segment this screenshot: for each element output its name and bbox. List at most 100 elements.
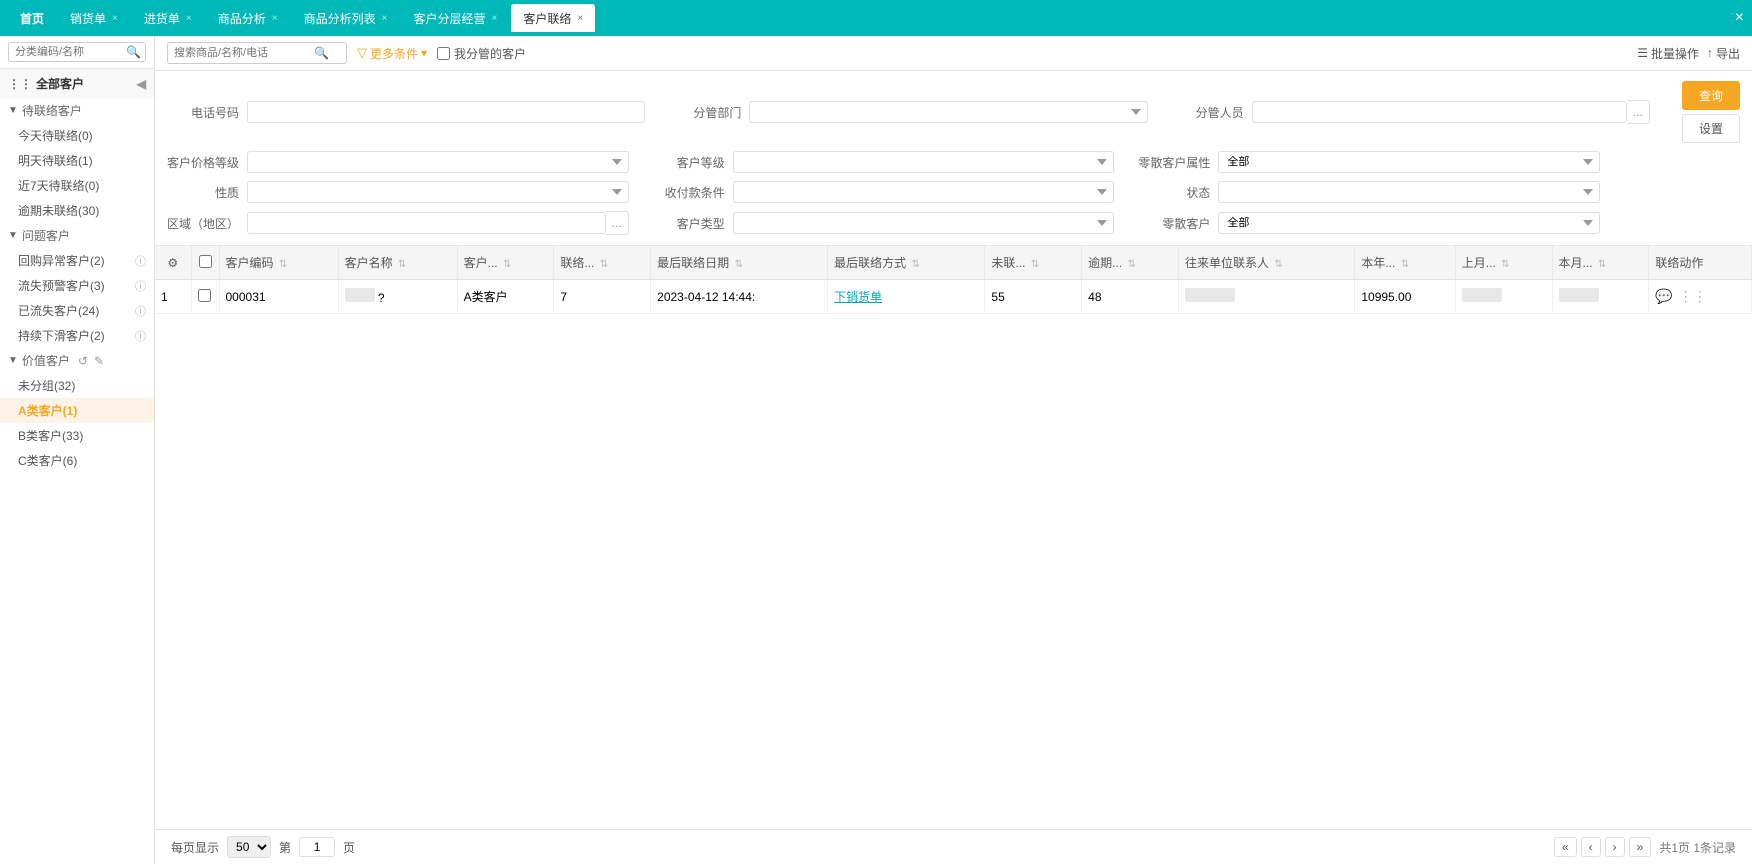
- filter-dept: 分管部门: [669, 101, 1147, 123]
- message-action-icon[interactable]: 💬: [1655, 288, 1672, 305]
- batch-op-button[interactable]: ☰ 批量操作: [1637, 45, 1699, 62]
- col-settings[interactable]: ⚙: [155, 246, 191, 280]
- price-level-select[interactable]: [247, 151, 629, 173]
- tab-customer-layer-close[interactable]: ×: [491, 13, 497, 24]
- col-this-month-sort[interactable]: ⇅: [1598, 259, 1606, 270]
- col-this-year-sort[interactable]: ⇅: [1401, 259, 1409, 270]
- payment-label: 收付款条件: [653, 184, 733, 201]
- col-last-method-sort[interactable]: ⇅: [911, 259, 919, 270]
- filter-search-input[interactable]: [174, 47, 314, 59]
- more-filter-button[interactable]: ▽ 更多条件 ▾: [357, 45, 427, 62]
- sidebar-all-customers[interactable]: ⋮⋮ 全部客户 ◀: [0, 69, 154, 98]
- row-checkbox[interactable]: [198, 289, 211, 302]
- settings-button[interactable]: 设置: [1682, 114, 1740, 143]
- tab-customer-contact[interactable]: 客户联络 ×: [511, 4, 595, 32]
- col-checkbox[interactable]: [191, 246, 219, 280]
- tab-sales-close[interactable]: ×: [112, 13, 118, 24]
- col-contacts-sort[interactable]: ⇅: [600, 259, 608, 270]
- payment-select[interactable]: [733, 181, 1115, 203]
- cell-checkbox[interactable]: [191, 280, 219, 314]
- batch-op-icon: ☰: [1637, 46, 1648, 60]
- my-customers-checkbox[interactable]: [437, 47, 450, 60]
- export-button[interactable]: ↑ 导出: [1707, 45, 1740, 62]
- nature-select[interactable]: [247, 181, 629, 203]
- filter-nature: 性质: [167, 181, 629, 203]
- page-size-select[interactable]: 50: [227, 836, 271, 858]
- tab-goods-list[interactable]: 商品分析列表 ×: [292, 4, 400, 32]
- phone-input[interactable]: [247, 101, 645, 123]
- sidebar-item-abnormal[interactable]: 回购异常客户(2) ⓘ: [0, 248, 154, 273]
- query-button[interactable]: 查询: [1682, 81, 1740, 110]
- my-customers-check[interactable]: 我分管的客户: [437, 45, 526, 62]
- retail-select[interactable]: 全部: [1218, 212, 1600, 234]
- sidebar-item-week-pending[interactable]: 近7天待联络(0): [0, 173, 154, 198]
- col-last-date-sort[interactable]: ⇅: [735, 259, 743, 270]
- sidebar-group-problem[interactable]: ▼ 问题客户: [0, 223, 154, 248]
- today-pending-label: 今天待联络(0): [18, 127, 93, 144]
- tab-goods-analysis-close[interactable]: ×: [272, 13, 278, 24]
- tab-customer-contact-close[interactable]: ×: [577, 13, 583, 24]
- abnormal-label: 回购异常客户(2): [18, 252, 105, 269]
- value-edit-icon[interactable]: ✎: [94, 354, 104, 368]
- sidebar-item-classB[interactable]: B类客户(33): [0, 423, 154, 448]
- tab-goods-list-close[interactable]: ×: [382, 13, 388, 24]
- sidebar-item-classC[interactable]: C类客户(6): [0, 448, 154, 473]
- sidebar-group-value[interactable]: ▼ 价值客户 ↺ ✎: [0, 348, 154, 373]
- sidebar-item-overdue-pending[interactable]: 逾期未联络(30): [0, 198, 154, 223]
- first-page-button[interactable]: «: [1554, 837, 1577, 857]
- col-category-sort[interactable]: ⇅: [503, 259, 511, 270]
- col-last-month-sort[interactable]: ⇅: [1501, 259, 1509, 270]
- next-page-button[interactable]: ›: [1605, 837, 1625, 857]
- prev-page-button[interactable]: ‹: [1581, 837, 1601, 857]
- sidebar-item-lostwarning[interactable]: 流失预警客户(3) ⓘ: [0, 273, 154, 298]
- tab-purchase[interactable]: 进货单 ×: [132, 4, 204, 32]
- col-name-sort[interactable]: ⇅: [398, 259, 406, 270]
- sidebar-group-pending[interactable]: ▼ 待联络客户: [0, 98, 154, 123]
- sidebar-item-ungroup[interactable]: 未分组(32): [0, 373, 154, 398]
- tab-goods-analysis[interactable]: 商品分析 ×: [206, 4, 290, 32]
- region-input[interactable]: [247, 212, 606, 234]
- filter-icon: ▽: [357, 45, 367, 61]
- sidebar-item-tomorrow-pending[interactable]: 明天待联络(1): [0, 148, 154, 173]
- status-select[interactable]: [1218, 181, 1600, 203]
- col-uncontacted-sort[interactable]: ⇅: [1031, 259, 1039, 270]
- manager-label: 分管人员: [1172, 104, 1252, 121]
- sidebar-item-lost[interactable]: 已流失客户(24) ⓘ: [0, 298, 154, 323]
- settings-col-icon[interactable]: ⚙: [167, 256, 178, 270]
- manager-dots-button[interactable]: ...: [1627, 100, 1650, 124]
- sidebar-item-declining[interactable]: 持续下滑客户(2) ⓘ: [0, 323, 154, 348]
- cell-overdue: 48: [1082, 280, 1179, 314]
- select-all-checkbox[interactable]: [199, 255, 212, 268]
- tab-home[interactable]: 首页: [8, 4, 56, 32]
- sidebar-item-today-pending[interactable]: 今天待联络(0): [0, 123, 154, 148]
- cell-last-method[interactable]: 下销货单: [828, 280, 985, 314]
- region-dots-button[interactable]: ...: [606, 211, 629, 235]
- classA-label: A类客户(1): [18, 402, 77, 419]
- company-contact-blurred: [1185, 288, 1235, 302]
- manager-input[interactable]: [1252, 101, 1627, 123]
- col-overdue-sort[interactable]: ⇅: [1128, 259, 1136, 270]
- value-refresh-icon[interactable]: ↺: [78, 354, 88, 368]
- more-action-icon[interactable]: ⋮⋮: [1679, 288, 1707, 305]
- close-all-button[interactable]: ×: [1735, 9, 1744, 27]
- filter-price-level: 客户价格等级: [167, 151, 629, 173]
- current-page-input[interactable]: [299, 837, 335, 857]
- retail-attr-select[interactable]: 全部: [1218, 151, 1600, 173]
- sidebar-collapse-button[interactable]: ◀: [137, 77, 146, 91]
- col-company-contact-sort[interactable]: ⇅: [1274, 259, 1282, 270]
- col-this-month: 本月... ⇅: [1552, 246, 1649, 280]
- tab-purchase-close[interactable]: ×: [186, 13, 192, 24]
- col-code-sort[interactable]: ⇅: [279, 259, 287, 270]
- sidebar-item-classA[interactable]: A类客户(1): [0, 398, 154, 423]
- last-month-blurred: [1462, 288, 1502, 302]
- cell-category: A类客户: [457, 280, 554, 314]
- customer-level-select[interactable]: [733, 151, 1115, 173]
- filter-row-2: 客户价格等级 客户等级 零散客户属性: [167, 151, 1740, 173]
- last-page-button[interactable]: »: [1629, 837, 1652, 857]
- tab-sales[interactable]: 销货单 ×: [58, 4, 130, 32]
- dept-select[interactable]: [749, 101, 1147, 123]
- tab-customer-layer[interactable]: 客户分层经营 ×: [401, 4, 509, 32]
- last-method-link[interactable]: 下销货单: [834, 290, 882, 304]
- customer-type-select[interactable]: [733, 212, 1115, 234]
- filter-customer-level: 客户等级: [653, 151, 1115, 173]
